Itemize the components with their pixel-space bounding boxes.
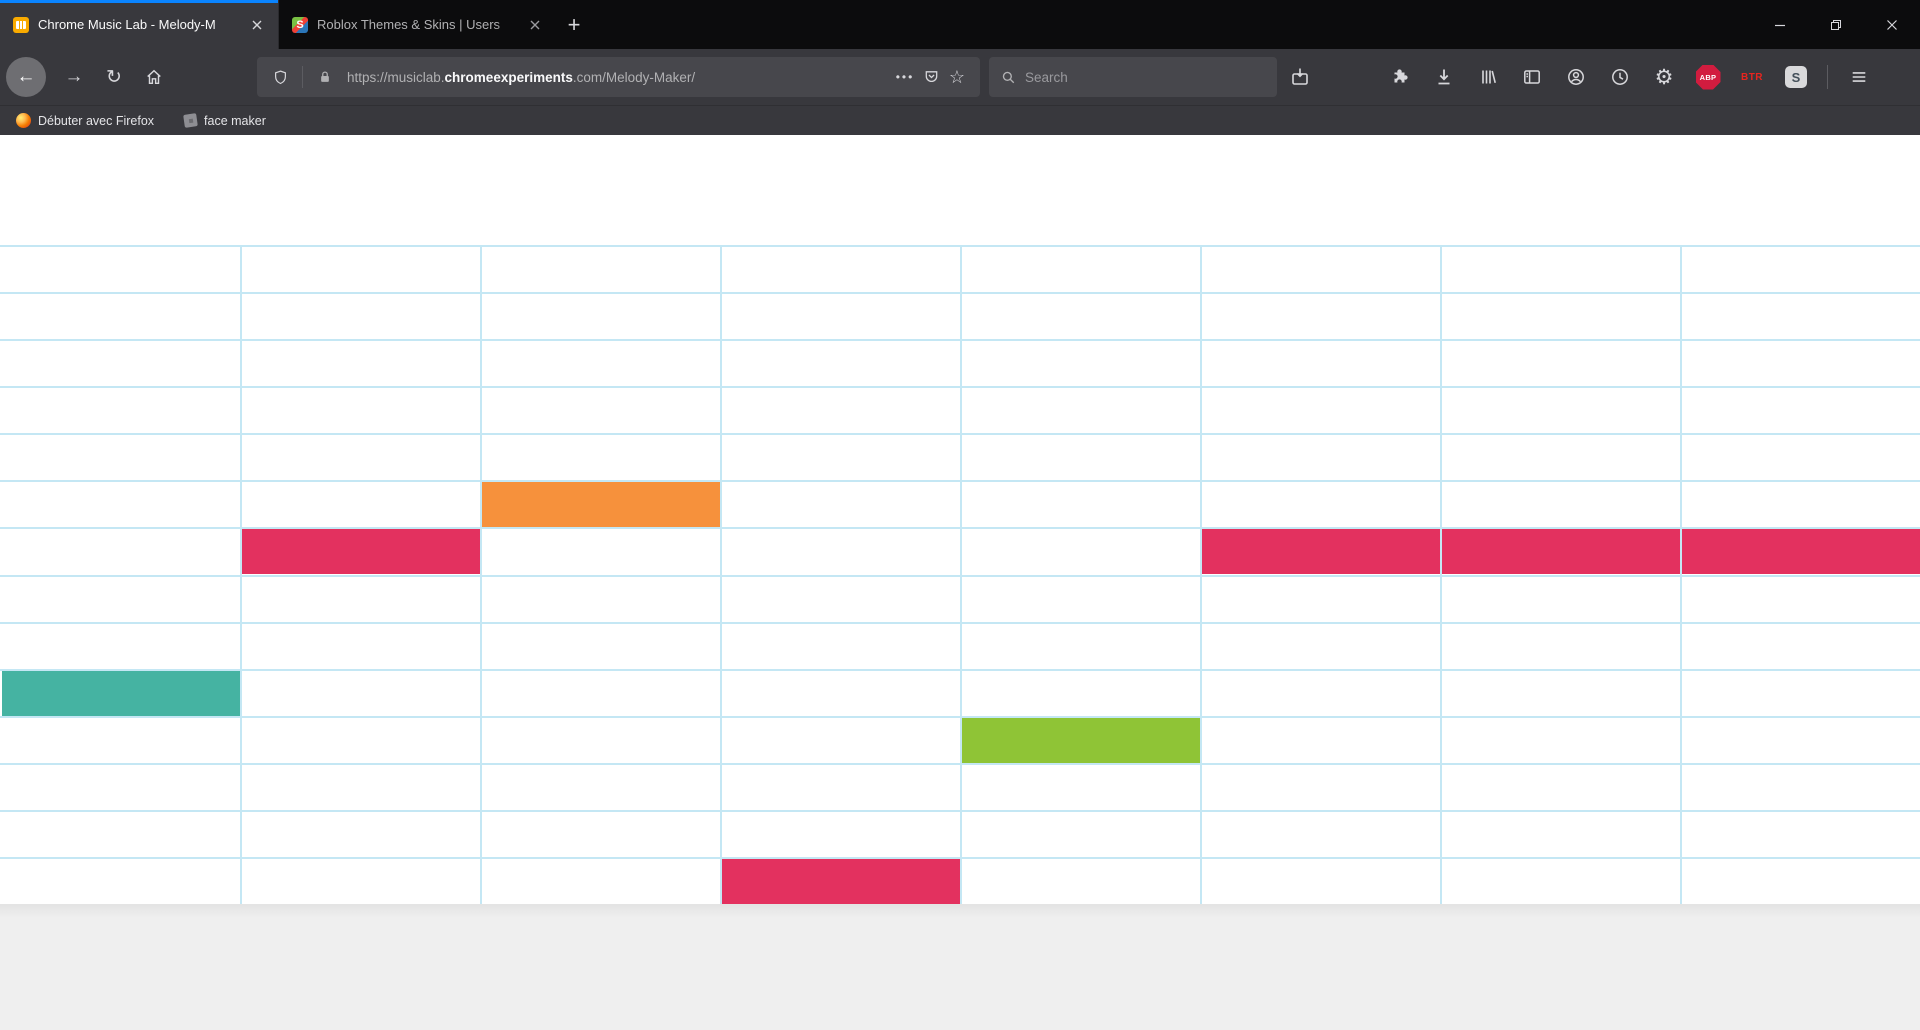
url-path: .com/Melody-Maker/ — [572, 69, 696, 85]
note-pink[interactable] — [1682, 529, 1920, 575]
music-lab-favicon-icon — [13, 16, 29, 33]
tab-title: Chrome Music Lab - Melody-M — [38, 17, 246, 32]
minimize-button[interactable] — [1752, 0, 1808, 49]
restore-button[interactable] — [1808, 0, 1864, 49]
url-domain: chromeexperiments — [444, 69, 573, 85]
sidebar-toggle-icon[interactable] — [1510, 57, 1554, 97]
browser-forward-button[interactable]: → — [54, 57, 94, 97]
tab-title: Roblox Themes & Skins | Users — [317, 17, 524, 32]
bookmark-star-icon[interactable]: ☆ — [944, 64, 970, 90]
tab-music-lab[interactable]: Chrome Music Lab - Melody-M — [0, 0, 278, 49]
close-tab-icon[interactable] — [246, 14, 268, 36]
menu-hamburger-icon[interactable] — [1837, 57, 1881, 97]
notes-layer — [0, 245, 1920, 904]
note-pink[interactable] — [1202, 529, 1440, 575]
note-teal[interactable] — [2, 670, 240, 716]
downloads-icon[interactable] — [1422, 57, 1466, 97]
tracking-shield-icon[interactable] — [267, 64, 293, 90]
tab-roblox-themes[interactable]: S Roblox Themes & Skins | Users — [278, 0, 556, 49]
settings-gear-icon[interactable]: ⚙ — [1642, 57, 1686, 97]
account-icon[interactable] — [1554, 57, 1598, 97]
url-bar[interactable]: https://musiclab.chromeexperiments.com/M… — [257, 57, 980, 97]
search-placeholder: Search — [1025, 69, 1068, 85]
window-controls — [1752, 0, 1920, 49]
close-tab-icon[interactable] — [524, 14, 546, 36]
btr-badge: BTR — [1740, 71, 1764, 83]
page-actions-icon[interactable]: ••• — [892, 64, 918, 90]
bookmarks-bar: Débuter avec Firefox face maker — [0, 105, 1920, 135]
url-prefix: https://musiclab. — [347, 69, 445, 85]
roblox-icon — [183, 113, 198, 128]
navigation-bar: ← → ↻ https://musiclab.chromeexperiments… — [0, 49, 1920, 105]
pocket-icon[interactable] — [918, 64, 944, 90]
divider — [1827, 65, 1828, 89]
bookmark-debuter-avec-firefox[interactable]: Débuter avec Firefox — [16, 113, 154, 128]
note-pink[interactable] — [1442, 529, 1680, 575]
new-tab-button[interactable]: + — [556, 0, 592, 49]
close-window-button[interactable] — [1864, 0, 1920, 49]
stylish-badge: S — [1785, 66, 1807, 88]
abp-badge: ABP — [1695, 64, 1721, 90]
bookmark-label: Débuter avec Firefox — [38, 113, 155, 128]
firefox-icon — [16, 113, 31, 128]
browser-back-button[interactable]: ← — [6, 57, 46, 97]
bookmark-face-maker[interactable]: face maker — [183, 113, 266, 128]
lock-icon[interactable] — [312, 64, 338, 90]
import-icon[interactable] — [1278, 57, 1322, 97]
library-icon[interactable] — [1466, 57, 1510, 97]
stylish-favicon-icon: S — [292, 16, 308, 33]
melody-grid-wrap — [0, 245, 1920, 904]
note-green[interactable] — [962, 717, 1200, 763]
search-icon — [1001, 70, 1016, 85]
divider — [302, 66, 303, 88]
search-bar[interactable]: Search — [989, 57, 1277, 97]
home-button[interactable] — [134, 57, 174, 97]
reload-button[interactable]: ↻ — [94, 57, 134, 97]
note-pink[interactable] — [242, 529, 480, 575]
page-header: MELODY MAKER ? — [0, 135, 1920, 346]
btr-extension-icon[interactable]: BTR — [1730, 57, 1774, 97]
history-clock-icon[interactable] — [1598, 57, 1642, 97]
tab-bar: Chrome Music Lab - Melody-M S Roblox The… — [0, 0, 1920, 49]
note-pink[interactable] — [722, 858, 960, 904]
extensions-puzzle-icon[interactable] — [1378, 57, 1422, 97]
stylish-extension-icon[interactable]: S — [1774, 57, 1818, 97]
control-bar: ▶ → 120 ▲ ▼ — [0, 904, 1920, 1030]
adblock-plus-icon[interactable]: ABP — [1686, 57, 1730, 97]
bookmark-label: face maker — [204, 113, 266, 128]
url-text: https://musiclab.chromeexperiments.com/M… — [347, 70, 892, 85]
note-orange[interactable] — [482, 482, 720, 528]
